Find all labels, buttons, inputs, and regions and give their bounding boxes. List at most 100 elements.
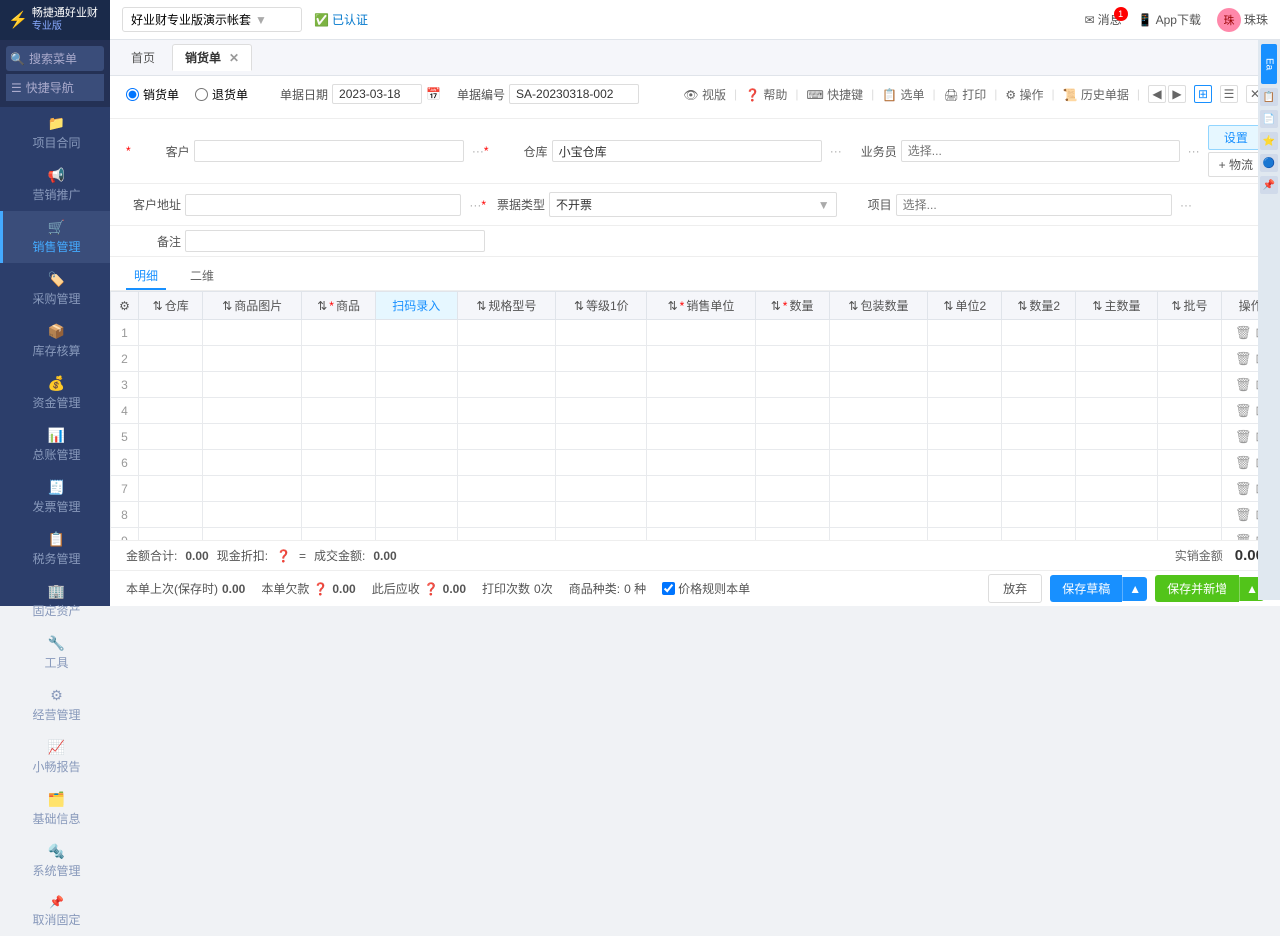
- cell-mq9[interactable]: [1076, 528, 1158, 541]
- cell-bn6[interactable]: [1157, 450, 1221, 476]
- cell-p5[interactable]: [302, 424, 376, 450]
- cell-pr9[interactable]: [556, 528, 647, 541]
- toolbar-select[interactable]: 📋 选单: [882, 86, 924, 103]
- toolbar-view[interactable]: 👁 视版: [683, 86, 726, 103]
- cell-mq7[interactable]: [1076, 476, 1158, 502]
- cell-q27[interactable]: [1002, 476, 1076, 502]
- right-panel-tab[interactable]: Ea: [1261, 44, 1277, 84]
- cell-mainqty-3[interactable]: [1076, 372, 1158, 398]
- cell-q4[interactable]: [755, 398, 829, 424]
- project-dots[interactable]: ···: [1180, 198, 1192, 212]
- cell-w6[interactable]: [139, 450, 203, 476]
- cell-bi8[interactable]: [376, 502, 457, 528]
- remarks-input[interactable]: [185, 230, 485, 252]
- th-batch-import[interactable]: 扫码录入: [376, 292, 457, 320]
- th-product[interactable]: ⇅*商品: [302, 292, 376, 320]
- cell-w7[interactable]: [139, 476, 203, 502]
- cell-packqty-2[interactable]: [829, 346, 928, 372]
- panel-btn-3[interactable]: ⭐: [1260, 132, 1278, 150]
- cell-bn8[interactable]: [1157, 502, 1221, 528]
- th-price1[interactable]: ⇅等级1价: [556, 292, 647, 320]
- price-check-input[interactable]: [662, 582, 675, 595]
- sidebar-item-sales[interactable]: 🛒 销售管理: [0, 211, 110, 263]
- th-product-img[interactable]: ⇅商品图片: [203, 292, 302, 320]
- cell-mq5[interactable]: [1076, 424, 1158, 450]
- cell-w9[interactable]: [139, 528, 203, 541]
- search-menu-button[interactable]: 🔍 搜索菜单: [6, 46, 104, 71]
- arrears-icon[interactable]: ❓: [313, 582, 328, 596]
- toolbar-history[interactable]: 📜 历史单据: [1063, 86, 1129, 103]
- cell-pr8[interactable]: [556, 502, 647, 528]
- th-unit2[interactable]: ⇅单位2: [928, 292, 1002, 320]
- address-input[interactable]: [185, 194, 461, 216]
- tab-detail[interactable]: 明细: [126, 263, 166, 290]
- customer-input[interactable]: [194, 140, 464, 162]
- toolbar-shortcut[interactable]: ⌨ 快捷键: [806, 86, 863, 103]
- sidebar-item-purchase[interactable]: 🏷️ 采购管理: [0, 263, 110, 315]
- cell-warehouse-2[interactable]: [139, 346, 203, 372]
- tab-sales-order[interactable]: 销货单 ✕: [172, 44, 252, 71]
- cell-bi5[interactable]: [376, 424, 457, 450]
- cell-sp9[interactable]: [457, 528, 556, 541]
- tab-home[interactable]: 首页: [118, 44, 168, 71]
- radio-return-input[interactable]: [195, 88, 208, 101]
- user-menu[interactable]: 珠 珠珠: [1217, 8, 1268, 32]
- cell-sp4[interactable]: [457, 398, 556, 424]
- question-icon[interactable]: ❓: [276, 549, 291, 563]
- cell-batch-3[interactable]: [376, 372, 457, 398]
- panel-btn-1[interactable]: 📋: [1260, 88, 1278, 106]
- cell-q24[interactable]: [1002, 398, 1076, 424]
- staff-dots[interactable]: ···: [1188, 144, 1200, 158]
- cell-spec-1[interactable]: [457, 320, 556, 346]
- layout-list-button[interactable]: ☰: [1220, 85, 1238, 103]
- radio-return[interactable]: 退货单: [195, 86, 248, 103]
- del6[interactable]: 🗑: [1235, 455, 1252, 471]
- th-settings[interactable]: ⚙: [111, 292, 139, 320]
- customer-dots[interactable]: ···: [472, 144, 484, 158]
- sidebar-item-marketing[interactable]: 📢 营销推广: [0, 159, 110, 211]
- cell-u24[interactable]: [928, 398, 1002, 424]
- settings-button[interactable]: 设置: [1208, 125, 1264, 150]
- cell-mainqty-1[interactable]: [1076, 320, 1158, 346]
- cell-u26[interactable]: [928, 450, 1002, 476]
- del9[interactable]: 🗑: [1235, 533, 1252, 541]
- cell-q6[interactable]: [755, 450, 829, 476]
- cell-pq8[interactable]: [829, 502, 928, 528]
- cell-qty2-1[interactable]: [1002, 320, 1076, 346]
- cell-pq7[interactable]: [829, 476, 928, 502]
- save-draft-arrow[interactable]: ▲: [1122, 577, 1147, 601]
- cell-u4[interactable]: [647, 398, 755, 424]
- cell-qty2-2[interactable]: [1002, 346, 1076, 372]
- add-logistics-button[interactable]: + 物流: [1208, 152, 1264, 177]
- doc-date-input[interactable]: [332, 84, 422, 104]
- cell-batchno-2[interactable]: [1157, 346, 1221, 372]
- notification-button[interactable]: ✉ 消息 1: [1085, 11, 1122, 28]
- cell-product-1[interactable]: [302, 320, 376, 346]
- cell-p7[interactable]: [302, 476, 376, 502]
- sidebar-item-ops[interactable]: ⚙ 经营管理: [0, 679, 110, 731]
- cell-u27[interactable]: [928, 476, 1002, 502]
- panel-btn-4[interactable]: 🔵: [1260, 154, 1278, 172]
- cell-q5[interactable]: [755, 424, 829, 450]
- radio-sales-input[interactable]: [126, 88, 139, 101]
- cell-packqty-3[interactable]: [829, 372, 928, 398]
- cell-price-2[interactable]: [556, 346, 647, 372]
- sidebar-item-basic[interactable]: 🗂️ 基础信息: [0, 783, 110, 835]
- cell-batch-1[interactable]: [376, 320, 457, 346]
- toolbar-operation[interactable]: ⚙ 操作: [1005, 86, 1043, 103]
- cell-pq6[interactable]: [829, 450, 928, 476]
- sidebar-item-tax[interactable]: 📋 税务管理: [0, 523, 110, 575]
- doc-no-input[interactable]: [509, 84, 639, 104]
- cell-pr4[interactable]: [556, 398, 647, 424]
- th-spec[interactable]: ⇅规格型号: [457, 292, 556, 320]
- nav-next-button[interactable]: ▶: [1168, 85, 1186, 103]
- cell-sp5[interactable]: [457, 424, 556, 450]
- cell-q26[interactable]: [1002, 450, 1076, 476]
- cell-batchno-1[interactable]: [1157, 320, 1221, 346]
- th-warehouse[interactable]: ⇅仓库: [139, 292, 203, 320]
- cell-bi7[interactable]: [376, 476, 457, 502]
- cell-p8[interactable]: [302, 502, 376, 528]
- layout-grid-button[interactable]: ⊞: [1194, 85, 1212, 103]
- toolbar-print[interactable]: 🖨 打印: [944, 86, 987, 103]
- cell-bn4[interactable]: [1157, 398, 1221, 424]
